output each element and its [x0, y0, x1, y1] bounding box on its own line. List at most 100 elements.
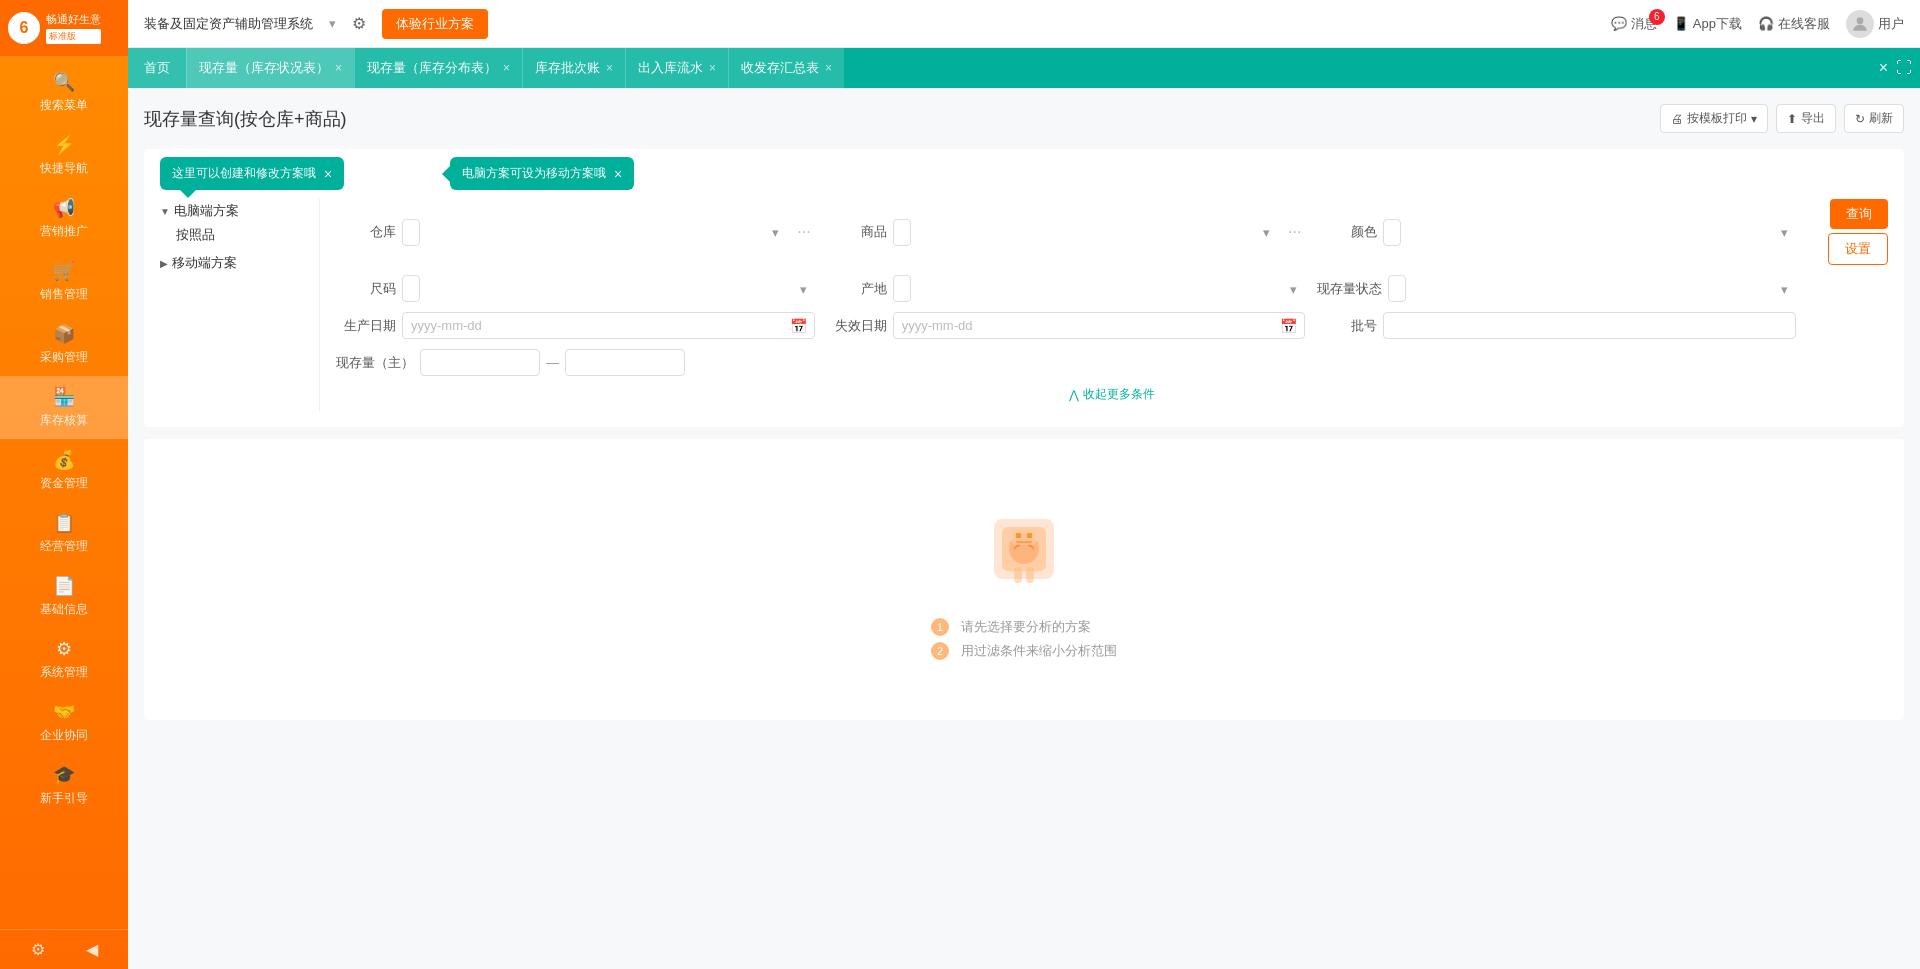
size-select[interactable] [402, 275, 420, 302]
system-name: 装备及固定资产辅助管理系统 [144, 15, 313, 33]
app-download-button[interactable]: 📱 App下载 [1673, 15, 1742, 33]
sidebar-item-label: 基础信息 [40, 601, 88, 618]
tab-close-inventory-dist[interactable]: × [503, 61, 510, 75]
sidebar-item-search-menu[interactable]: 🔍 搜索菜单 [0, 61, 128, 124]
brand-badge: 标准版 [46, 29, 101, 44]
sidebar-item-quick-nav[interactable]: ⚡ 快捷导航 [0, 124, 128, 187]
sidebar-item-system[interactable]: ⚙ 系统管理 [0, 628, 128, 691]
sidebar-item-label: 营销推广 [40, 223, 88, 240]
pc-expand-icon: ▼ [160, 206, 170, 217]
brand-name: 畅通好生意 [46, 12, 101, 26]
filter-cell-exp-date: 失效日期 📅 [827, 312, 1306, 339]
settings-button[interactable]: 设置 [1828, 233, 1888, 265]
svg-rect-9 [1016, 541, 1032, 543]
online-support-button[interactable]: 🎧 在线客服 [1758, 15, 1830, 33]
headset-icon: 🎧 [1758, 16, 1774, 31]
tab-close-in-out-flow[interactable]: × [709, 61, 716, 75]
collapse-label: 收起更多条件 [1083, 386, 1155, 403]
tab-close-receive-summary[interactable]: × [825, 61, 832, 75]
filter-fields: 仓库 ··· 商品 [336, 199, 1888, 411]
scheme-item-label: 按照品 [176, 226, 215, 244]
industry-solution-button[interactable]: 体验行业方案 [382, 9, 488, 39]
user-label: 用户 [1878, 15, 1904, 33]
tab-inventory-status[interactable]: 现存量（库存状况表） × [186, 48, 354, 88]
tooltip2-close[interactable]: × [324, 166, 332, 182]
warehouse-select-wrap [402, 219, 787, 246]
enterprise-icon: 🤝 [53, 701, 75, 723]
exp-date-from-wrap: 📅 [893, 312, 1306, 339]
tooltip-pc-scheme: 电脑方案可设为移动方案哦 × [450, 157, 634, 190]
filter-cell-warehouse: 仓库 ··· [336, 219, 815, 246]
sidebar-item-purchase[interactable]: 📦 采购管理 [0, 313, 128, 376]
sidebar-item-enterprise[interactable]: 🤝 企业协同 [0, 691, 128, 754]
top-header: 装备及固定资产辅助管理系统 ▾ ⚙ 体验行业方案 💬 消息 6 📱 App下载 … [128, 0, 1920, 48]
goods-select[interactable] [893, 219, 911, 246]
warehouse-more-btn[interactable]: ··· [793, 223, 814, 241]
collapse-row: ⋀ 收起更多条件 [336, 386, 1888, 403]
tab-close-batch-account[interactable]: × [606, 61, 613, 75]
sidebar-item-basic-info[interactable]: 📄 基础信息 [0, 565, 128, 628]
tab-in-out-flow[interactable]: 出入库流水 × [625, 48, 728, 88]
message-icon: 💬 [1611, 16, 1627, 31]
search-button[interactable]: 查询 [1830, 199, 1888, 229]
purchase-icon: 📦 [53, 323, 75, 345]
print-dropdown-icon: ▾ [1751, 112, 1757, 126]
stock-status-select[interactable] [1388, 275, 1406, 302]
mfg-date-calendar-icon[interactable]: 📅 [790, 318, 807, 334]
scheme-item-product[interactable]: 按照品 [176, 223, 307, 247]
warehouse-select[interactable] [402, 219, 420, 246]
color-select[interactable] [1383, 219, 1401, 246]
sidebar-item-label: 系统管理 [40, 664, 88, 681]
sidebar-collapse-icon[interactable]: ◀ [86, 940, 98, 959]
basic-info-icon: 📄 [53, 575, 75, 597]
scheme-pc-header[interactable]: ▼ 电脑端方案 [160, 199, 307, 223]
filter-panel: 按以下方案查询 + ⊙ ← 电脑方案可设为移动方案哦 × [144, 149, 1904, 427]
tab-receive-summary[interactable]: 收发存汇总表 × [728, 48, 844, 88]
tip-num-2: 2 [931, 642, 949, 660]
empty-illustration [964, 499, 1084, 602]
goods-more-btn[interactable]: ··· [1284, 223, 1305, 241]
tab-fullscreen-icon[interactable]: ⛶ [1896, 59, 1912, 77]
sidebar-item-inventory[interactable]: 🏪 库存核算 [0, 376, 128, 439]
export-button[interactable]: ⬆ 导出 [1776, 104, 1836, 133]
pc-scheme-label: 电脑端方案 [174, 202, 239, 220]
sidebar-item-operations[interactable]: 📋 经营管理 [0, 502, 128, 565]
sidebar-logo: 6 畅通好生意 标准版 [0, 0, 128, 57]
exp-date-calendar-icon[interactable]: 📅 [1280, 318, 1297, 334]
goods-select-wrap [893, 219, 1278, 246]
sidebar-item-sales[interactable]: 🛒 销售管理 [0, 250, 128, 313]
sidebar-item-label: 经营管理 [40, 538, 88, 555]
tab-inventory-dist[interactable]: 现存量（库存分布表） × [354, 48, 522, 88]
batch-input[interactable] [1383, 312, 1796, 339]
collapse-button[interactable]: ⋀ 收起更多条件 [1069, 386, 1155, 403]
scheme-mobile-header[interactable]: ▶ 移动端方案 [160, 251, 307, 275]
mfg-date-from[interactable] [402, 312, 815, 339]
sidebar-settings-icon[interactable]: ⚙ [31, 940, 45, 959]
sidebar-item-finance[interactable]: 💰 资金管理 [0, 439, 128, 502]
tab-batch-account[interactable]: 库存批次账 × [522, 48, 625, 88]
goods-label: 商品 [827, 223, 887, 241]
tooltip1-close[interactable]: × [614, 166, 622, 182]
user-menu-button[interactable]: 用户 [1846, 10, 1904, 38]
tab-close-all-icon[interactable]: × [1879, 59, 1888, 77]
sidebar-item-label: 新手引导 [40, 790, 88, 807]
sidebar-item-label: 搜索菜单 [40, 97, 88, 114]
header-dropdown-icon[interactable]: ▾ [329, 16, 336, 31]
tooltip1-text: 电脑方案可设为移动方案哦 [462, 165, 606, 182]
filter-cell-stock-main: 现存量（主） — [336, 349, 1888, 376]
sidebar-item-guide[interactable]: 🎓 新手引导 [0, 754, 128, 817]
message-button[interactable]: 💬 消息 6 [1611, 15, 1657, 33]
header-gear-icon[interactable]: ⚙ [352, 14, 366, 33]
stock-main-to[interactable] [565, 349, 685, 376]
tooltip2-text: 这里可以创建和修改方案哦 [172, 165, 316, 182]
sidebar-item-marketing[interactable]: 📢 营销推广 [0, 187, 128, 250]
stock-main-from[interactable] [420, 349, 540, 376]
tab-close-inventory-status[interactable]: × [335, 61, 342, 75]
mobile-icon: 📱 [1673, 16, 1689, 31]
tab-home[interactable]: 首页 [128, 48, 186, 88]
print-template-button[interactable]: 🖨 按模板打印 ▾ [1660, 104, 1768, 133]
exp-date-from[interactable] [893, 312, 1306, 339]
color-select-wrap [1383, 219, 1796, 246]
origin-select[interactable] [893, 275, 911, 302]
refresh-button[interactable]: ↻ 刷新 [1844, 104, 1904, 133]
